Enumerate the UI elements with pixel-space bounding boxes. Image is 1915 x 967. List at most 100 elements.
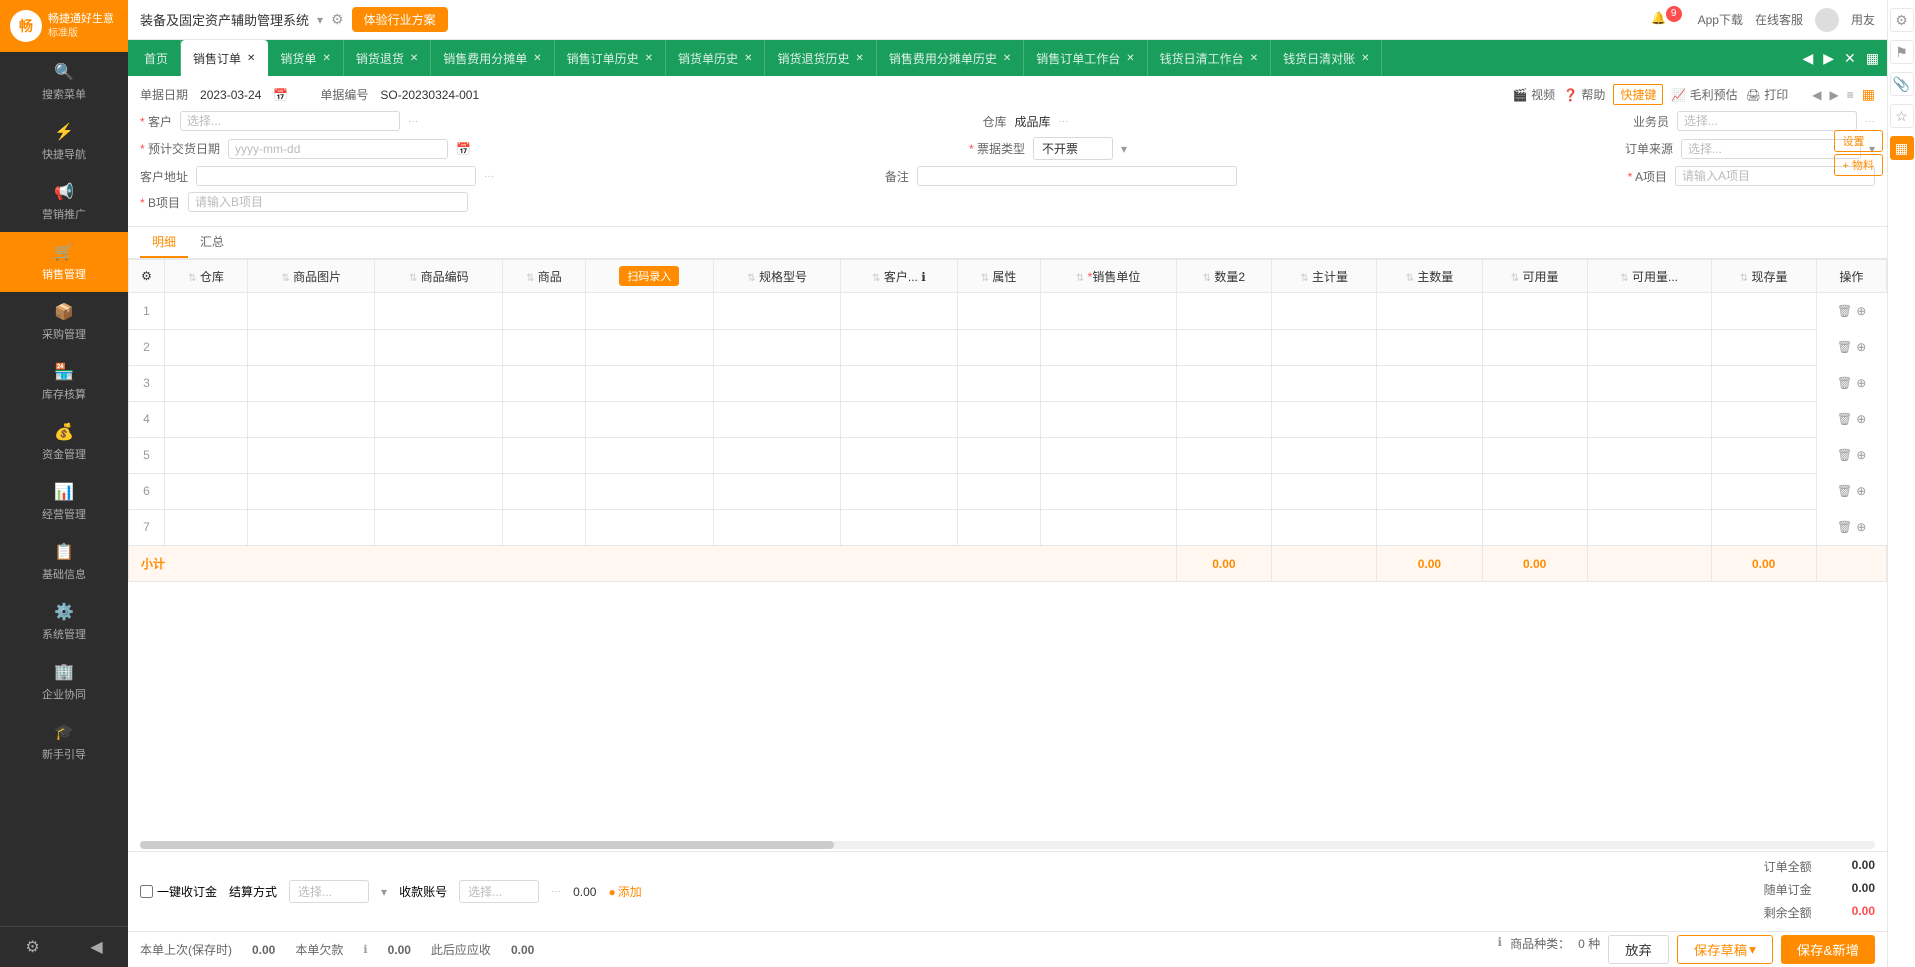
- warehouse-dots[interactable]: ···: [1059, 116, 1069, 127]
- online-service-link[interactable]: 在线客服: [1755, 11, 1803, 28]
- sidebar-item-sales[interactable]: 🛒 销售管理: [0, 232, 128, 292]
- tab-sales-refund[interactable]: 销货退货 ✕: [344, 40, 431, 76]
- delete-row-icon[interactable]: 🗑: [1837, 448, 1852, 462]
- tab-close-icon[interactable]: ✕: [533, 53, 541, 64]
- app-download-link[interactable]: App下载: [1698, 11, 1743, 28]
- save-draft-dropdown-icon[interactable]: ▾: [1749, 942, 1756, 958]
- next-record-icon[interactable]: ▶: [1830, 88, 1839, 102]
- payment-method-dropdown-icon[interactable]: ▾: [381, 885, 387, 899]
- sidebar-item-marketing[interactable]: 📢 营销推广: [0, 172, 128, 232]
- row-quantity2[interactable]: [1176, 293, 1271, 330]
- tab-cash-daily-workbench[interactable]: 钱货日清工作台 ✕: [1148, 40, 1271, 76]
- add-item-button[interactable]: + 物料: [1834, 154, 1883, 176]
- discard-button[interactable]: 放弃: [1608, 935, 1669, 964]
- list-view-icon[interactable]: ≡: [1847, 88, 1854, 102]
- row-current-stock[interactable]: [1711, 293, 1816, 330]
- add-button[interactable]: ● 添加: [608, 883, 641, 900]
- tab-close-icon[interactable]: ✕: [855, 53, 863, 64]
- right-scan-icon[interactable]: ▦: [1890, 136, 1914, 160]
- tab-next-button[interactable]: ▶: [1819, 50, 1838, 67]
- dropdown-icon[interactable]: ▾: [317, 13, 323, 27]
- sidebar-item-inventory[interactable]: 🏪 库存核算: [0, 352, 128, 412]
- row-main-unit[interactable]: [1272, 293, 1377, 330]
- tab-close-icon[interactable]: ✕: [744, 53, 752, 64]
- tab-prev-button[interactable]: ◀: [1798, 50, 1817, 67]
- tab-close-icon[interactable]: ✕: [1250, 53, 1258, 64]
- delete-row-icon[interactable]: 🗑: [1837, 484, 1852, 498]
- sidebar-settings-icon[interactable]: ⚙: [25, 937, 39, 957]
- customer-dots[interactable]: ···: [408, 116, 418, 127]
- tab-sales-order-workbench[interactable]: 销售订单工作台 ✕: [1024, 40, 1147, 76]
- th-settings[interactable]: ⚙: [129, 260, 165, 293]
- row-main-quantity[interactable]: [1377, 293, 1482, 330]
- notification-area[interactable]: 🔔 9: [1651, 11, 1685, 28]
- tab-close-icon[interactable]: ✕: [247, 53, 255, 64]
- customer-input[interactable]: [180, 111, 400, 131]
- prev-record-icon[interactable]: ◀: [1812, 88, 1821, 102]
- row-sales-unit[interactable]: [1040, 293, 1176, 330]
- tab-sales-order[interactable]: 销售订单 ✕: [181, 40, 268, 76]
- calendar-icon[interactable]: 📅: [456, 142, 471, 156]
- row-warehouse[interactable]: [165, 293, 248, 330]
- copy-row-icon[interactable]: ⊕: [1856, 412, 1866, 426]
- payment-method-select[interactable]: 选择...: [289, 880, 369, 903]
- row-product-image[interactable]: [247, 293, 374, 330]
- tab-close-icon[interactable]: ✕: [1126, 53, 1134, 64]
- tab-sales-order-history[interactable]: 销售订单历史 ✕: [555, 40, 666, 76]
- row-customer-code[interactable]: [841, 293, 957, 330]
- sidebar-item-search[interactable]: 🔍 搜索菜单: [0, 52, 128, 112]
- tab-sales-expense[interactable]: 销售费用分摊单 ✕: [431, 40, 554, 76]
- view-btn[interactable]: 🎬 视频: [1513, 86, 1555, 103]
- row-product-name[interactable]: [502, 293, 585, 330]
- right-clip-icon[interactable]: 📎: [1890, 72, 1914, 96]
- table-wrapper[interactable]: ⚙ ⇅ 仓库 ⇅ 商品图片 ⇅ 商品编码 ⇅ 商品 扫码录入 ⇅ 规格型号 ⇅ …: [128, 259, 1887, 839]
- delete-row-icon[interactable]: 🗑: [1837, 412, 1852, 426]
- row-available1[interactable]: [1482, 293, 1587, 330]
- note-input[interactable]: [917, 166, 1237, 186]
- delete-row-icon[interactable]: 🗑: [1837, 340, 1852, 354]
- b-project-input[interactable]: [188, 192, 468, 212]
- solution-button[interactable]: 体验行业方案: [352, 7, 448, 32]
- sidebar-item-operations[interactable]: 📊 经营管理: [0, 472, 128, 532]
- sidebar-item-finance[interactable]: 💰 资金管理: [0, 412, 128, 472]
- sidebar-collapse-icon[interactable]: ◀: [90, 937, 102, 957]
- tab-sales-expense-history[interactable]: 销售费用分摊单历史 ✕: [877, 40, 1024, 76]
- tab-close-icon[interactable]: ✕: [1361, 53, 1369, 64]
- save-draft-button[interactable]: 保存草稿 ▾: [1677, 935, 1773, 964]
- form-view-icon[interactable]: ▦: [1862, 86, 1875, 103]
- delete-row-icon[interactable]: 🗑: [1837, 520, 1852, 534]
- sidebar-item-system[interactable]: ⚙️ 系统管理: [0, 592, 128, 652]
- tab-close-icon[interactable]: ✕: [1003, 53, 1011, 64]
- tab-cash-reconcile[interactable]: 钱货日清对账 ✕: [1271, 40, 1382, 76]
- save-new-button[interactable]: 保存&新增: [1781, 935, 1875, 964]
- date-calendar-icon[interactable]: 📅: [273, 88, 288, 102]
- salesperson-dots[interactable]: ···: [1865, 116, 1875, 127]
- invoice-type-dropdown-icon[interactable]: ▾: [1121, 142, 1127, 156]
- tab-close-icon[interactable]: ✕: [322, 53, 330, 64]
- copy-row-icon[interactable]: ⊕: [1856, 484, 1866, 498]
- help-btn[interactable]: ❓ 帮助: [1563, 86, 1605, 103]
- salesperson-input[interactable]: [1677, 111, 1857, 131]
- sidebar-item-quick-nav[interactable]: ⚡ 快捷导航: [0, 112, 128, 172]
- one-click-payment-input[interactable]: [140, 885, 153, 898]
- tab-sales-refund-history[interactable]: 销货退货历史 ✕: [765, 40, 876, 76]
- tab-home[interactable]: 首页: [132, 40, 181, 76]
- delivery-date-input[interactable]: [228, 139, 448, 159]
- tab-sales-return-history[interactable]: 销货单历史 ✕: [666, 40, 765, 76]
- shortcut-btn[interactable]: 快捷键: [1613, 84, 1663, 105]
- product-types-info-icon[interactable]: ℹ: [1498, 935, 1503, 964]
- tab-more-button[interactable]: ▦: [1862, 50, 1883, 67]
- row-attributes[interactable]: [957, 293, 1040, 330]
- copy-row-icon[interactable]: ⊕: [1856, 520, 1866, 534]
- right-flag-icon[interactable]: ⚑: [1890, 40, 1914, 64]
- tab-close-all-button[interactable]: ✕: [1840, 50, 1860, 67]
- settings-gear-icon[interactable]: ⚙: [331, 11, 344, 28]
- current-owe-info-icon[interactable]: ℹ: [363, 943, 367, 956]
- tab-detail[interactable]: 明细: [140, 227, 188, 258]
- right-settings-icon[interactable]: ⚙: [1890, 8, 1914, 32]
- one-click-payment-checkbox[interactable]: 一键收订金: [140, 883, 217, 900]
- tab-close-icon[interactable]: ✕: [645, 53, 653, 64]
- customer-address-input[interactable]: [196, 166, 476, 186]
- copy-row-icon[interactable]: ⊕: [1856, 376, 1866, 390]
- row-spec[interactable]: [713, 293, 840, 330]
